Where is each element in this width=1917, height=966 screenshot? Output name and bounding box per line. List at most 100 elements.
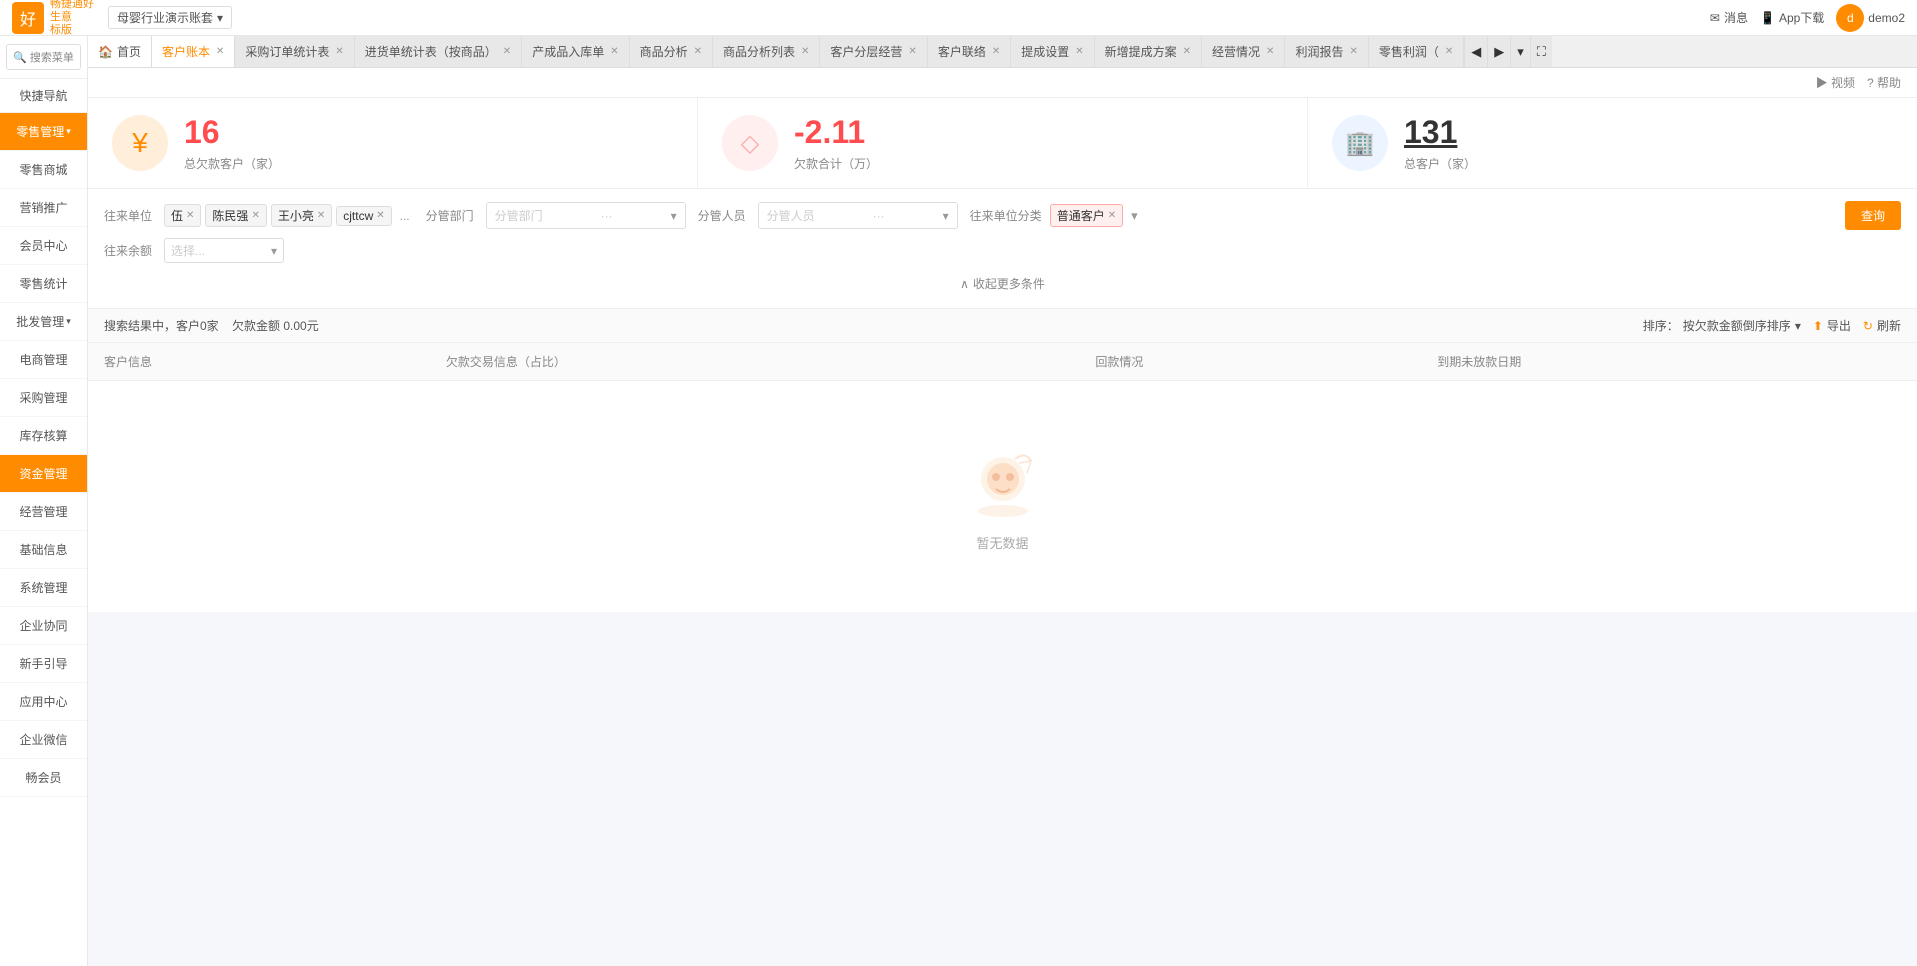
tab-close-operation-status[interactable]: ✕ bbox=[1266, 46, 1274, 57]
remove-tag-cjttcw[interactable]: ✕ bbox=[376, 210, 384, 221]
remainder-select[interactable]: 选择... ▾ bbox=[164, 238, 284, 263]
remainder-arrow: ▾ bbox=[271, 244, 277, 258]
col-customer-info: 客户信息 bbox=[88, 343, 430, 381]
tab-close-profit-report[interactable]: ✕ bbox=[1349, 46, 1357, 57]
unit-class-arrow[interactable]: ▾ bbox=[1131, 208, 1138, 224]
sidebar-item-inventory-check[interactable]: 库存核算 bbox=[0, 417, 87, 455]
tab-close-retail-profit[interactable]: ✕ bbox=[1445, 46, 1453, 57]
chevron-down-icon: ▾ bbox=[66, 316, 71, 327]
help-link[interactable]: ? 帮助 bbox=[1867, 74, 1901, 91]
remove-tag-chenminqiang[interactable]: ✕ bbox=[251, 210, 259, 221]
tab-raise-settings[interactable]: 提成设置 ✕ bbox=[1011, 36, 1094, 68]
col-repayment: 回款情况 bbox=[1079, 343, 1421, 381]
sidebar-item-enterprise-wechat[interactable]: 企业微信 bbox=[0, 721, 87, 759]
tab-product-analysis-list[interactable]: 商品分析列表 ✕ bbox=[713, 36, 820, 68]
message-btn[interactable]: ✉ 消息 bbox=[1710, 9, 1748, 26]
tab-close-raise-settings[interactable]: ✕ bbox=[1075, 46, 1083, 57]
remove-tag-wangxiaoliang[interactable]: ✕ bbox=[317, 210, 325, 221]
filter-area: 往来单位 伍 ✕ 陈民强 ✕ 王小亮 ✕ bbox=[88, 189, 1917, 309]
filter-tag-wu: 伍 ✕ bbox=[164, 204, 201, 227]
stat-total-customers: 🏢 131 总客户（家） bbox=[1308, 98, 1917, 188]
tab-customer-tier[interactable]: 客户分层经营 ✕ bbox=[820, 36, 927, 68]
branch-dept-select[interactable]: 分管部门 ··· ▾ bbox=[486, 202, 686, 229]
table-body: 暂无数据 bbox=[88, 381, 1917, 613]
tab-product-analysis[interactable]: 商品分析 ✕ bbox=[630, 36, 713, 68]
sidebar-item-operation-mgmt[interactable]: 经营管理 bbox=[0, 493, 87, 531]
tab-purchase-stat-product[interactable]: 进货单统计表（按商品） ✕ bbox=[355, 36, 522, 68]
tab-nav-expand[interactable]: ▾ bbox=[1510, 36, 1530, 68]
tab-customer-capital[interactable]: 客户账本 ✕ bbox=[152, 36, 235, 68]
top-bar: 好 畅捷通好生意 标版 母婴行业演示账套 ▾ ✉ 消息 📱 App下载 d de… bbox=[0, 0, 1917, 36]
tab-home[interactable]: 🏠 首页 bbox=[88, 36, 152, 68]
tab-close-purchase-order-stat[interactable]: ✕ bbox=[335, 46, 343, 57]
sidebar-item-system-mgmt[interactable]: 系统管理 bbox=[0, 569, 87, 607]
sidebar-search-area: 🔍 搜索菜单 bbox=[0, 36, 87, 79]
tab-close-product-analysis[interactable]: ✕ bbox=[694, 46, 702, 57]
app-download-btn[interactable]: 📱 App下载 bbox=[1760, 9, 1824, 26]
tab-close-customer-capital[interactable]: ✕ bbox=[216, 46, 224, 57]
tab-new-raise-plan[interactable]: 新增提成方案 ✕ bbox=[1095, 36, 1202, 68]
filter-tag-cjttcw: cjttcw ✕ bbox=[336, 206, 391, 226]
tab-close-product-instock[interactable]: ✕ bbox=[610, 46, 618, 57]
tab-close-customer-contact[interactable]: ✕ bbox=[992, 46, 1000, 57]
collapse-icon: ∧ bbox=[960, 277, 969, 291]
export-btn[interactable]: ⬆ 导出 bbox=[1813, 317, 1851, 334]
chevron-down-icon: ▾ bbox=[217, 11, 223, 25]
branch-person-select[interactable]: 分管人员 ··· ▾ bbox=[758, 202, 958, 229]
avatar: d bbox=[1836, 4, 1864, 32]
tab-operation-status[interactable]: 经营情况 ✕ bbox=[1202, 36, 1285, 68]
sidebar-item-purchase-mgmt[interactable]: 采购管理 bbox=[0, 379, 87, 417]
sidebar-item-retail-mgmt[interactable]: 零售管理 ▾ bbox=[0, 113, 87, 151]
sidebar-item-basic-info[interactable]: 基础信息 bbox=[0, 531, 87, 569]
filter-more-btn[interactable]: ... bbox=[396, 207, 414, 225]
sidebar-item-capital-mgmt[interactable]: 资金管理 bbox=[0, 455, 87, 493]
tab-product-instock[interactable]: 产成品入库单 ✕ bbox=[522, 36, 629, 68]
tab-nav-next[interactable]: ▶ bbox=[1487, 36, 1510, 68]
collapse-filter-btn[interactable]: ∧ 收起更多条件 bbox=[104, 271, 1901, 296]
sidebar-item-wholesale-mgmt[interactable]: 批发管理 ▾ bbox=[0, 303, 87, 341]
sidebar-item-retail-mall[interactable]: 零售商城 bbox=[0, 151, 87, 189]
tab-profit-report[interactable]: 利润报告 ✕ bbox=[1285, 36, 1368, 68]
main-layout: 🔍 搜索菜单 快捷导航 零售管理 ▾ 零售商城 营销推广 会员中心 零售统计 批… bbox=[0, 36, 1917, 966]
search-icon: 🔍 bbox=[13, 51, 27, 64]
user-avatar-btn[interactable]: d demo2 bbox=[1836, 4, 1905, 32]
remove-tag-wu[interactable]: ✕ bbox=[186, 210, 194, 221]
refresh-btn[interactable]: ↻ 刷新 bbox=[1863, 317, 1901, 334]
remove-tag-ordinary-customer[interactable]: ✕ bbox=[1108, 210, 1116, 221]
top-bar-left: 好 畅捷通好生意 标版 母婴行业演示账套 ▾ bbox=[12, 0, 232, 37]
search-menu-btn[interactable]: 🔍 搜索菜单 bbox=[6, 44, 81, 70]
sidebar-item-ecommerce-mgmt[interactable]: 电商管理 bbox=[0, 341, 87, 379]
sidebar-item-new-user-guide[interactable]: 新手引导 bbox=[0, 645, 87, 683]
tab-close-new-raise-plan[interactable]: ✕ bbox=[1183, 46, 1191, 57]
sidebar-item-enterprise-collab[interactable]: 企业协同 bbox=[0, 607, 87, 645]
account-selector[interactable]: 母婴行业演示账套 ▾ bbox=[108, 6, 232, 29]
tab-purchase-order-stat[interactable]: 采购订单统计表 ✕ bbox=[235, 36, 354, 68]
sidebar-item-vip-member[interactable]: 畅会员 bbox=[0, 759, 87, 797]
tab-nav-prev[interactable]: ◀ bbox=[1464, 36, 1487, 68]
top-bar-right: ✉ 消息 📱 App下载 d demo2 bbox=[1710, 4, 1905, 32]
filter-classification: 往来单位分类 普通客户 ✕ ▾ bbox=[970, 204, 1138, 227]
stat-total-debt-amount: ◇ -2.11 欠款合计（万） bbox=[698, 98, 1308, 188]
tab-close-customer-tier[interactable]: ✕ bbox=[908, 46, 916, 57]
sidebar-item-retail-stats[interactable]: 零售统计 bbox=[0, 265, 87, 303]
stat-total-debt-customers: ¥ 16 总欠款客户（家） bbox=[88, 98, 698, 188]
empty-text: 暂无数据 bbox=[976, 533, 1028, 552]
tab-close-purchase-stat-product[interactable]: ✕ bbox=[503, 46, 511, 57]
col-overdue-date: 到期未放款日期 bbox=[1421, 343, 1917, 381]
tab-close-product-analysis-list[interactable]: ✕ bbox=[801, 46, 809, 57]
tab-customer-contact[interactable]: 客户联络 ✕ bbox=[928, 36, 1011, 68]
sidebar-item-marketing[interactable]: 营销推广 bbox=[0, 189, 87, 227]
chevron-down-icon: ▾ bbox=[66, 126, 71, 137]
quick-nav-btn[interactable]: 快捷导航 bbox=[0, 79, 87, 113]
tab-nav-fullscreen[interactable]: ⛶ bbox=[1530, 36, 1552, 68]
sort-select[interactable]: 排序： 按欠款金额倒序排序 ▾ bbox=[1643, 317, 1801, 334]
sort-arrow-icon: ▾ bbox=[1795, 319, 1801, 333]
sidebar-item-app-center[interactable]: 应用中心 bbox=[0, 683, 87, 721]
tab-retail-profit[interactable]: 零售利润（ ✕ bbox=[1369, 36, 1464, 68]
empty-row: 暂无数据 bbox=[88, 381, 1917, 613]
filter-tag-ordinary-customer: 普通客户 ✕ bbox=[1050, 204, 1123, 227]
sidebar-item-member-center[interactable]: 会员中心 bbox=[0, 227, 87, 265]
video-link[interactable]: ▶ 视频 bbox=[1816, 74, 1855, 91]
logo-area: 好 畅捷通好生意 标版 bbox=[12, 0, 100, 37]
query-btn[interactable]: 查询 bbox=[1845, 201, 1901, 230]
